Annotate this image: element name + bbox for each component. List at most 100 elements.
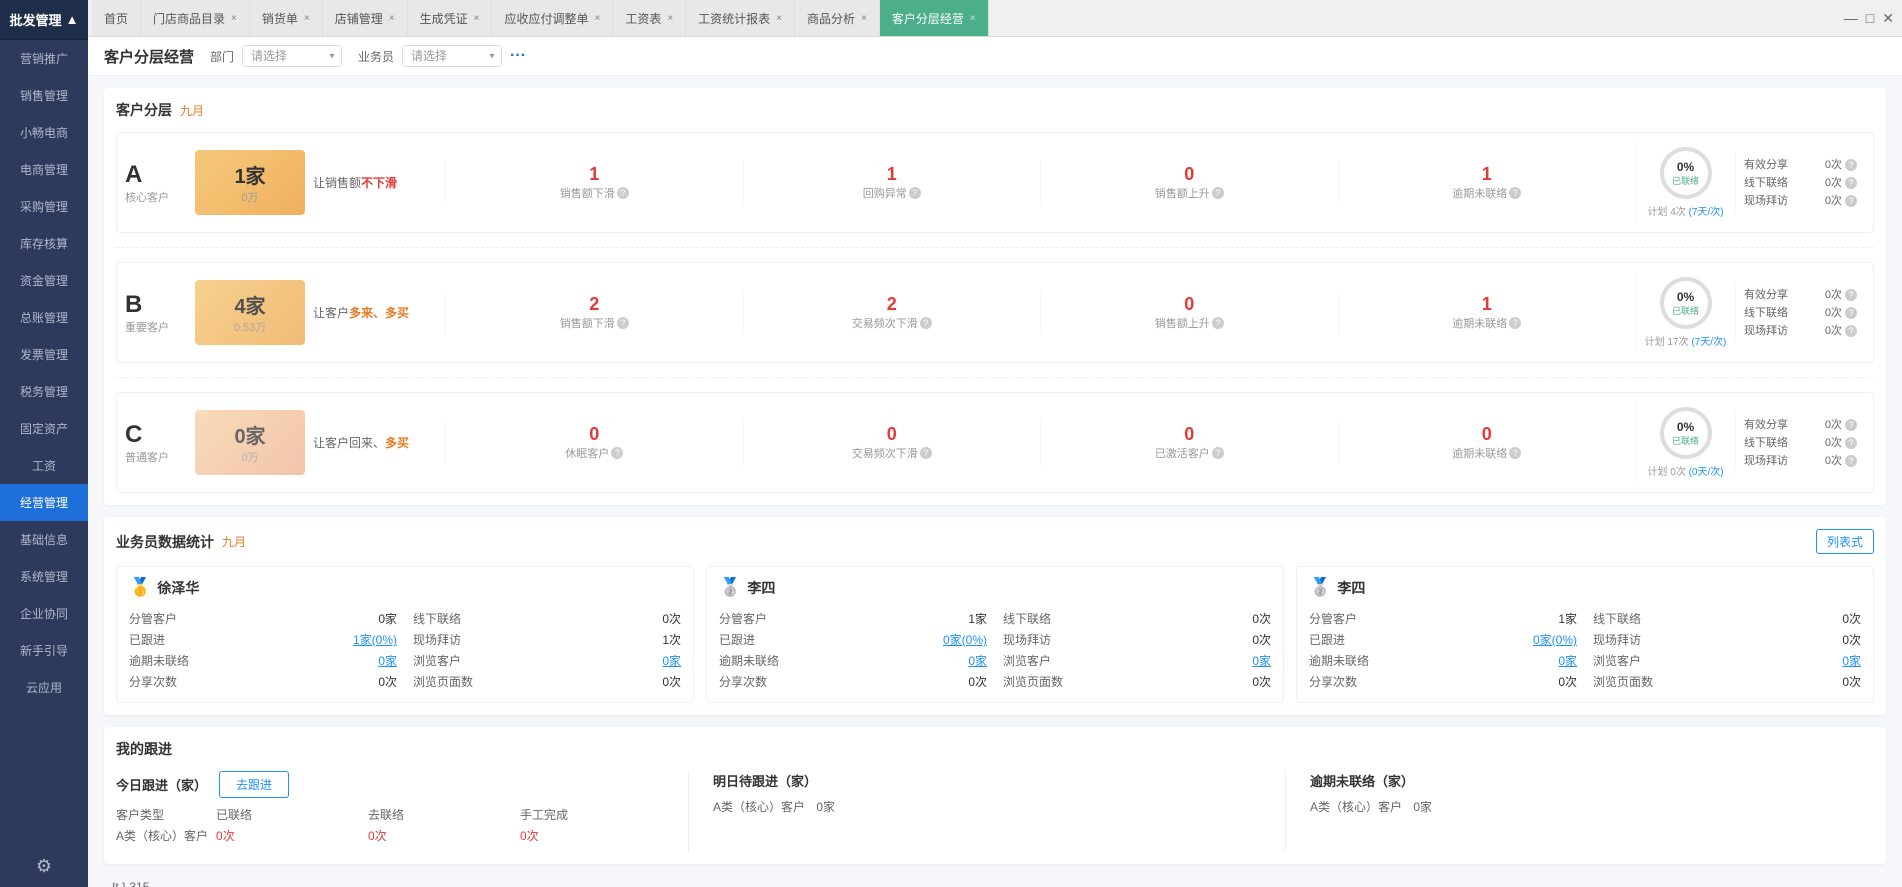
staff-left-val-2-2[interactable]: 0家 — [1558, 652, 1577, 669]
stat-block-B-3[interactable]: 1逾期未联络 ? — [1338, 290, 1636, 335]
staff-left-val-2-1[interactable]: 0家(0%) — [1533, 631, 1577, 648]
info-icon-B-1[interactable]: ? — [920, 317, 932, 329]
tab-close-3[interactable]: × — [389, 13, 395, 24]
list-view-btn[interactable]: 列表式 — [1816, 529, 1874, 554]
tier-count-C[interactable]: 0家0万 — [195, 410, 305, 475]
tab-9[interactable]: 客户分层经营× — [880, 0, 989, 36]
tab-close-6[interactable]: × — [667, 13, 673, 24]
sidebar-item-12[interactable]: 经营管理 — [0, 484, 88, 521]
more-filter-btn[interactable]: ··· — [510, 47, 526, 65]
right-info-C-0[interactable]: ? — [1845, 419, 1857, 431]
sidebar-item-10[interactable]: 固定资产 — [0, 410, 88, 447]
right-info-B-2[interactable]: ? — [1845, 325, 1857, 337]
sidebar-top-item[interactable]: 批发管理 ▲ — [0, 0, 88, 40]
tab-5[interactable]: 应收应付调整单× — [492, 0, 613, 36]
stat-block-B-2[interactable]: 0销售额上升 ? — [1040, 290, 1338, 335]
sidebar-item-17[interactable]: 云应用 — [0, 669, 88, 706]
stat-block-C-3[interactable]: 0逾期未联络 ? — [1338, 420, 1636, 465]
tier-count-A[interactable]: 1家0万 — [195, 150, 305, 215]
goto-followup-btn[interactable]: 去跟进 — [219, 771, 289, 798]
right-info-B-0[interactable]: ? — [1845, 289, 1857, 301]
close-window-icon[interactable]: ✕ — [1882, 10, 1894, 27]
tab-0[interactable]: 首页 — [92, 0, 141, 36]
staff-select[interactable]: 请选择 — [402, 45, 502, 67]
staff-left-val-0-2[interactable]: 0家 — [378, 652, 397, 669]
sidebar-item-5[interactable]: 库存核算 — [0, 225, 88, 262]
info-icon-B-0[interactable]: ? — [617, 317, 629, 329]
tier-count-B[interactable]: 4家0.53万 — [195, 280, 305, 345]
sidebar-item-11[interactable]: 工资 — [0, 447, 88, 484]
sidebar-item-1[interactable]: 销售管理 — [0, 77, 88, 114]
stat-block-A-2[interactable]: 0销售额上升 ? — [1040, 160, 1338, 205]
sidebar-item-9[interactable]: 税务管理 — [0, 373, 88, 410]
minimize-icon[interactable]: — — [1844, 10, 1858, 26]
info-icon-A-3[interactable]: ? — [1509, 187, 1521, 199]
sidebar-item-16[interactable]: 新手引导 — [0, 632, 88, 669]
tab-4[interactable]: 生成凭证× — [408, 0, 493, 36]
stat-block-B-1[interactable]: 2交易频次下滑 ? — [743, 290, 1041, 335]
dept-select-wrapper[interactable]: 请选择 — [242, 45, 342, 67]
tab-close-7[interactable]: × — [776, 13, 782, 24]
right-info-A-1[interactable]: ? — [1845, 177, 1857, 189]
stat-block-A-1[interactable]: 1回购异常 ? — [743, 160, 1041, 205]
right-info-B-1[interactable]: ? — [1845, 307, 1857, 319]
stat-block-C-2[interactable]: 0已激活客户 ? — [1040, 420, 1338, 465]
info-icon-B-2[interactable]: ? — [1212, 317, 1224, 329]
staff-left-val-0-1[interactable]: 1家(0%) — [353, 631, 397, 648]
sidebar-item-0[interactable]: 营销推广 — [0, 40, 88, 77]
tab-close-2[interactable]: × — [304, 13, 310, 24]
sidebar-item-13[interactable]: 基础信息 — [0, 521, 88, 558]
tab-3[interactable]: 店铺管理× — [323, 0, 408, 36]
sidebar-item-8[interactable]: 发票管理 — [0, 336, 88, 373]
staff-right-val-1-2[interactable]: 0家 — [1252, 652, 1271, 669]
tab-6[interactable]: 工资表× — [613, 0, 686, 36]
sidebar-item-4[interactable]: 采购管理 — [0, 188, 88, 225]
stat-block-C-1[interactable]: 0交易频次下滑 ? — [743, 420, 1041, 465]
tab-close-4[interactable]: × — [474, 13, 480, 24]
stat-block-A-0[interactable]: 1销售额下滑 ? — [445, 160, 743, 205]
sidebar-item-6[interactable]: 资金管理 — [0, 262, 88, 299]
sidebar-item-3[interactable]: 电商管理 — [0, 151, 88, 188]
right-info-C-2[interactable]: ? — [1845, 455, 1857, 467]
info-icon-C-3[interactable]: ? — [1509, 447, 1521, 459]
info-icon-C-0[interactable]: ? — [611, 447, 623, 459]
settings-icon[interactable]: ⚙ — [0, 846, 88, 887]
sidebar-item-7[interactable]: 总账管理 — [0, 299, 88, 336]
sidebar-item-14[interactable]: 系统管理 — [0, 558, 88, 595]
tier-count-num-C: 0家 — [203, 420, 297, 449]
circle-plan-A[interactable]: 计划 4次 (7天/次) — [1647, 203, 1723, 218]
info-icon-C-2[interactable]: ? — [1212, 447, 1224, 459]
info-icon-C-1[interactable]: ? — [920, 447, 932, 459]
staff-left-val-1-1[interactable]: 0家(0%) — [943, 631, 987, 648]
circle-plan-C[interactable]: 计划 0次 (0天/次) — [1647, 463, 1723, 478]
tab-close-5[interactable]: × — [594, 13, 600, 24]
tab-7[interactable]: 工资统计报表× — [686, 0, 795, 36]
tab-close-1[interactable]: × — [231, 13, 237, 24]
tab-close-8[interactable]: × — [861, 13, 867, 24]
tab-8[interactable]: 商品分析× — [795, 0, 880, 36]
right-info-C-1[interactable]: ? — [1845, 437, 1857, 449]
stat-block-A-3[interactable]: 1逾期未联络 ? — [1338, 160, 1636, 205]
right-info-A-2[interactable]: ? — [1845, 195, 1857, 207]
tab-1[interactable]: 门店商品目录× — [141, 0, 250, 36]
staff-right-val-0-2[interactable]: 0家 — [662, 652, 681, 669]
stat-block-B-0[interactable]: 2销售额下滑 ? — [445, 290, 743, 335]
dept-select[interactable]: 请选择 — [242, 45, 342, 67]
info-icon-A-2[interactable]: ? — [1212, 187, 1224, 199]
staff-left-col-2: 分管客户1家已跟进0家(0%)逾期未联络0家分享次数0次 — [1309, 608, 1577, 692]
tab-close-9[interactable]: × — [970, 13, 976, 24]
stat-block-C-0[interactable]: 0休眠客户 ? — [445, 420, 743, 465]
info-icon-B-3[interactable]: ? — [1509, 317, 1521, 329]
staff-right-val-2-2[interactable]: 0家 — [1842, 652, 1861, 669]
circle-plan-B[interactable]: 计划 17次 (7天/次) — [1645, 333, 1727, 348]
sidebar-item-2[interactable]: 小畅电商 — [0, 114, 88, 151]
staff-select-wrapper[interactable]: 请选择 — [402, 45, 502, 67]
info-icon-A-0[interactable]: ? — [617, 187, 629, 199]
staff-name-1: 李四 — [747, 578, 775, 598]
sidebar-item-15[interactable]: 企业协同 — [0, 595, 88, 632]
staff-left-val-1-2[interactable]: 0家 — [968, 652, 987, 669]
right-info-A-0[interactable]: ? — [1845, 159, 1857, 171]
tab-2[interactable]: 销货单× — [250, 0, 323, 36]
maximize-icon[interactable]: □ — [1866, 10, 1874, 26]
info-icon-A-1[interactable]: ? — [909, 187, 921, 199]
